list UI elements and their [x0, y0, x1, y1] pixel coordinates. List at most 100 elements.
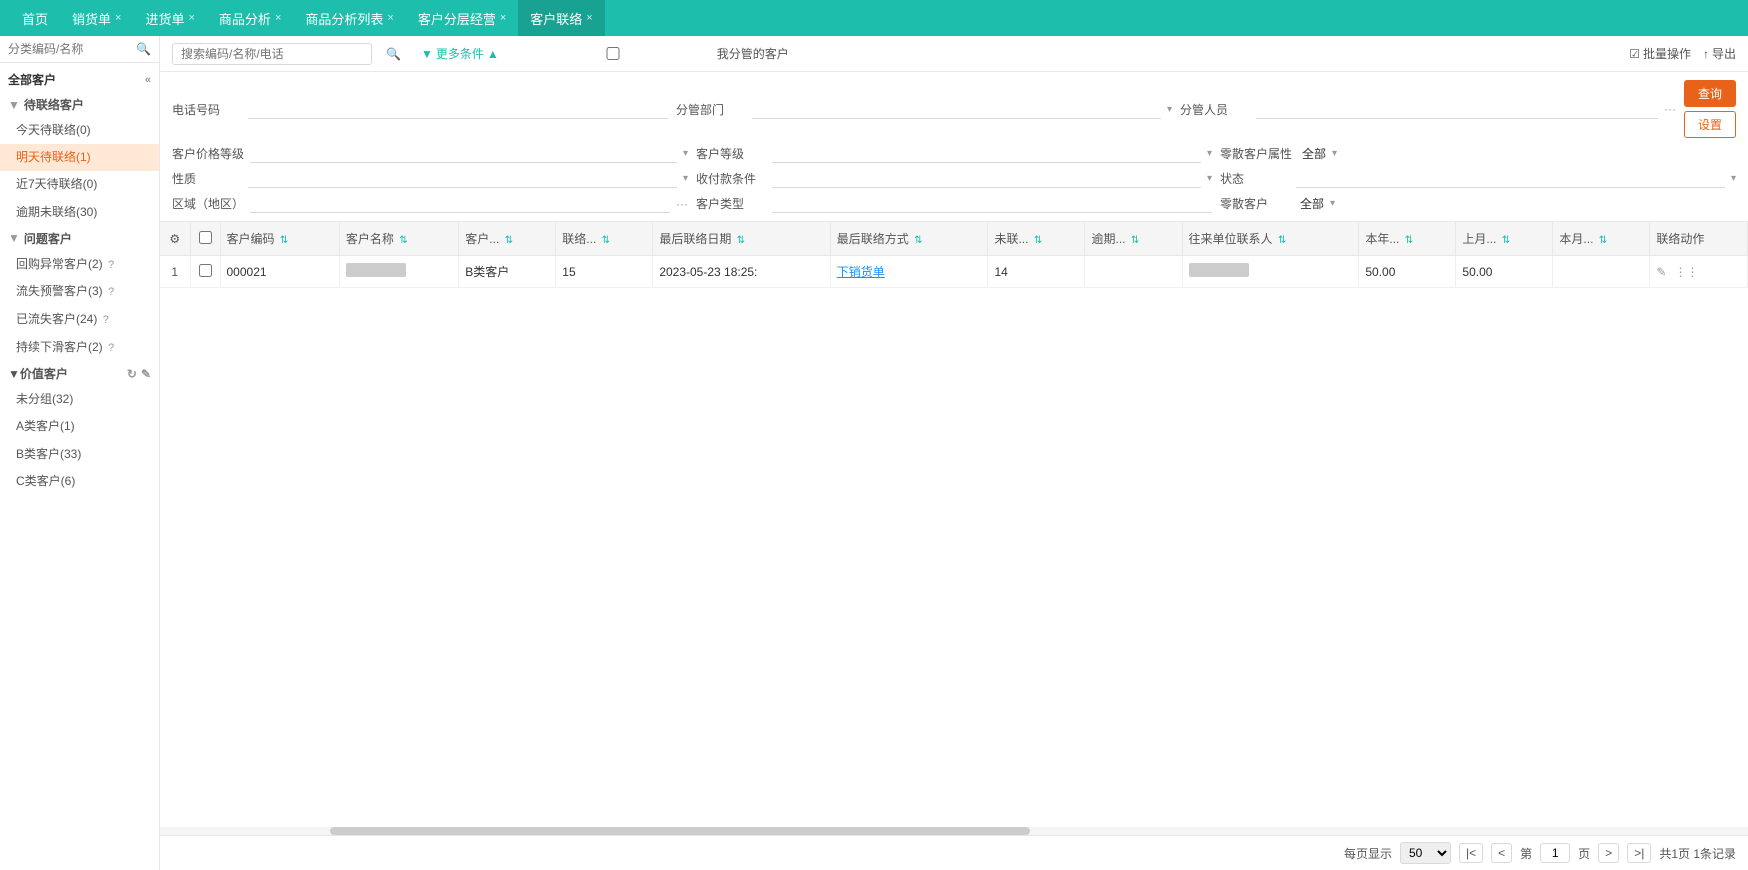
sort-icon-code[interactable]: ⇅ — [280, 235, 288, 246]
sort-icon-company[interactable]: ⇅ — [1278, 235, 1286, 246]
last-page-button[interactable]: >| — [1627, 843, 1651, 863]
prev-page-button[interactable]: < — [1491, 843, 1512, 863]
region-dots[interactable]: ··· — [676, 197, 688, 211]
sidebar-item-b-class[interactable]: B类客户(33) — [0, 441, 159, 468]
nav-close-product-analysis[interactable]: × — [275, 12, 281, 24]
td-num: 1 — [160, 256, 190, 288]
retail-attr-dropdown-icon[interactable]: ▾ — [1332, 148, 1337, 159]
sort-icon-name[interactable]: ⇅ — [399, 235, 407, 246]
nav-close-sales-order[interactable]: × — [115, 12, 121, 24]
sidebar-item-warning[interactable]: 流失预警客户(3) ? — [0, 278, 159, 306]
pending-section-title[interactable]: ▼ 待联络客户 — [0, 92, 159, 117]
value-section-title[interactable]: ▼ 价值客户 ↻ ✎ — [0, 361, 159, 386]
scrollbar-thumb[interactable] — [330, 827, 1030, 835]
edit-action-icon[interactable]: ✎ — [1656, 265, 1666, 279]
customer-level-dropdown-icon[interactable]: ▾ — [1207, 148, 1212, 159]
problem-section-title[interactable]: ▼ 问题客户 — [0, 226, 159, 251]
edit-icon[interactable]: ✎ — [141, 367, 151, 381]
sort-icon-this-month[interactable]: ⇅ — [1599, 235, 1607, 246]
nav-close-customer-contact[interactable]: × — [586, 12, 592, 24]
gear-icon[interactable]: ⚙ — [169, 232, 180, 246]
th-overdue: 逾期... ⇅ — [1085, 222, 1182, 256]
th-name: 客户名称 ⇅ — [339, 222, 458, 256]
sidebar-item-7days-pending[interactable]: 近7天待联络(0) — [0, 171, 159, 198]
nav-close-product-analysis-list[interactable]: × — [387, 12, 393, 24]
row-checkbox[interactable] — [199, 264, 212, 277]
customer-level-input[interactable] — [772, 144, 1201, 163]
th-checkbox — [190, 222, 220, 256]
sort-icon-last-month[interactable]: ⇅ — [1502, 235, 1510, 246]
refresh-icon[interactable]: ↻ — [127, 367, 137, 381]
right-actions: ☑ 批量操作 ↑ 导出 — [1629, 45, 1736, 62]
sidebar-search-input[interactable] — [8, 42, 136, 56]
sidebar-item-today-pending[interactable]: 今天待联络(0) — [0, 117, 159, 144]
payment-dropdown-icon[interactable]: ▾ — [1207, 173, 1212, 184]
sidebar-item-c-class[interactable]: C类客户(6) — [0, 468, 159, 495]
setting-button[interactable]: 设置 — [1684, 111, 1736, 138]
manager-input[interactable] — [1256, 100, 1658, 119]
nature-dropdown-icon[interactable]: ▾ — [683, 173, 688, 184]
per-page-label: 每页显示 — [1344, 845, 1392, 862]
next-page-button[interactable]: > — [1598, 843, 1619, 863]
nav-customer-contact[interactable]: 客户联络 × — [518, 0, 604, 36]
sidebar-item-tomorrow-pending[interactable]: 明天待联络(1) — [0, 144, 159, 171]
dept-dropdown-icon[interactable]: ▾ — [1167, 104, 1172, 115]
adv-filter-row-4: 区域（地区） ··· 客户类型 零散客户 全部 ▾ — [172, 194, 1736, 213]
search-icon[interactable]: 🔍 — [136, 42, 151, 56]
select-all-checkbox[interactable] — [199, 231, 212, 244]
sort-icon-last-method[interactable]: ⇅ — [914, 235, 922, 246]
sidebar-item-declining[interactable]: 持续下滑客户(2) ? — [0, 334, 159, 362]
price-level-input[interactable] — [250, 144, 677, 163]
td-last-method[interactable]: 下销货单 — [830, 256, 988, 288]
more-conditions-button[interactable]: ▼ 更多条件 ▲ — [415, 42, 505, 65]
nav-product-analysis[interactable]: 商品分析 × — [207, 0, 293, 36]
customer-table: ⚙ 客户编码 ⇅ 客户名称 ⇅ — [160, 222, 1748, 288]
sidebar-item-lost[interactable]: 已流失客户(24) ? — [0, 306, 159, 334]
sidebar-item-abnormal[interactable]: 回购异常客户(2) ? — [0, 251, 159, 279]
sidebar-item-overdue-pending[interactable]: 逾期未联络(30) — [0, 199, 159, 226]
export-button[interactable]: ↑ 导出 — [1703, 45, 1736, 62]
phone-input[interactable] — [248, 100, 668, 119]
manager-dots[interactable]: ··· — [1664, 102, 1676, 116]
customer-type-input[interactable] — [772, 194, 1212, 213]
sort-icon-type[interactable]: ⇅ — [505, 235, 513, 246]
sidebar-item-a-class[interactable]: A类客户(1) — [0, 413, 159, 440]
page-number-input[interactable] — [1540, 843, 1570, 863]
sort-icon-this-year[interactable]: ⇅ — [1405, 235, 1413, 246]
filter-field-retail-customer: 零散客户 全部 ▾ — [1220, 195, 1736, 212]
search-button[interactable]: 🔍 — [380, 44, 407, 64]
nav-close-customer-tier[interactable]: × — [500, 12, 506, 24]
th-gear[interactable]: ⚙ — [160, 222, 190, 256]
status-input[interactable] — [1296, 169, 1725, 188]
horizontal-scrollbar[interactable] — [160, 827, 1748, 835]
retail-customer-dropdown-icon[interactable]: ▾ — [1330, 198, 1335, 209]
price-level-dropdown-icon[interactable]: ▾ — [683, 148, 688, 159]
my-customers-checkbox[interactable] — [513, 47, 713, 60]
all-customers-title[interactable]: 全部客户 « — [0, 63, 159, 92]
nav-product-analysis-list[interactable]: 商品分析列表 × — [293, 0, 405, 36]
first-page-button[interactable]: |< — [1459, 843, 1483, 863]
per-page-select[interactable]: 50 100 200 — [1400, 842, 1451, 864]
nature-input[interactable] — [248, 169, 677, 188]
search-input[interactable] — [172, 43, 372, 65]
sort-icon-contact[interactable]: ⇅ — [602, 235, 610, 246]
nav-sales-order[interactable]: 销货单 × — [60, 0, 133, 36]
my-customers-checkbox-label[interactable]: 我分管的客户 — [513, 45, 789, 62]
nav-home[interactable]: 首页 — [10, 0, 60, 36]
sort-icon-last-date[interactable]: ⇅ — [737, 235, 745, 246]
more-action-icon[interactable]: ⋮⋮ — [1674, 265, 1698, 279]
nav-close-purchase-order[interactable]: × — [188, 12, 194, 24]
status-dropdown-icon[interactable]: ▾ — [1731, 173, 1736, 184]
nav-purchase-order[interactable]: 进货单 × — [133, 0, 206, 36]
batch-ops-button[interactable]: ☑ 批量操作 — [1629, 45, 1691, 62]
sort-icon-unlink[interactable]: ⇅ — [1034, 235, 1042, 246]
region-input[interactable] — [250, 194, 670, 213]
payment-input[interactable] — [772, 169, 1201, 188]
sort-icon-overdue[interactable]: ⇅ — [1131, 235, 1139, 246]
query-button[interactable]: 查询 — [1684, 80, 1736, 107]
main-content: 🔍 ▼ 更多条件 ▲ 我分管的客户 ☑ 批量操作 ↑ 导出 — [160, 36, 1748, 870]
sidebar-item-ungrouped[interactable]: 未分组(32) — [0, 386, 159, 413]
filter-field-region: 区域（地区） ··· — [172, 194, 688, 213]
nav-customer-tier[interactable]: 客户分层经营 × — [406, 0, 518, 36]
dept-input[interactable] — [752, 100, 1161, 119]
